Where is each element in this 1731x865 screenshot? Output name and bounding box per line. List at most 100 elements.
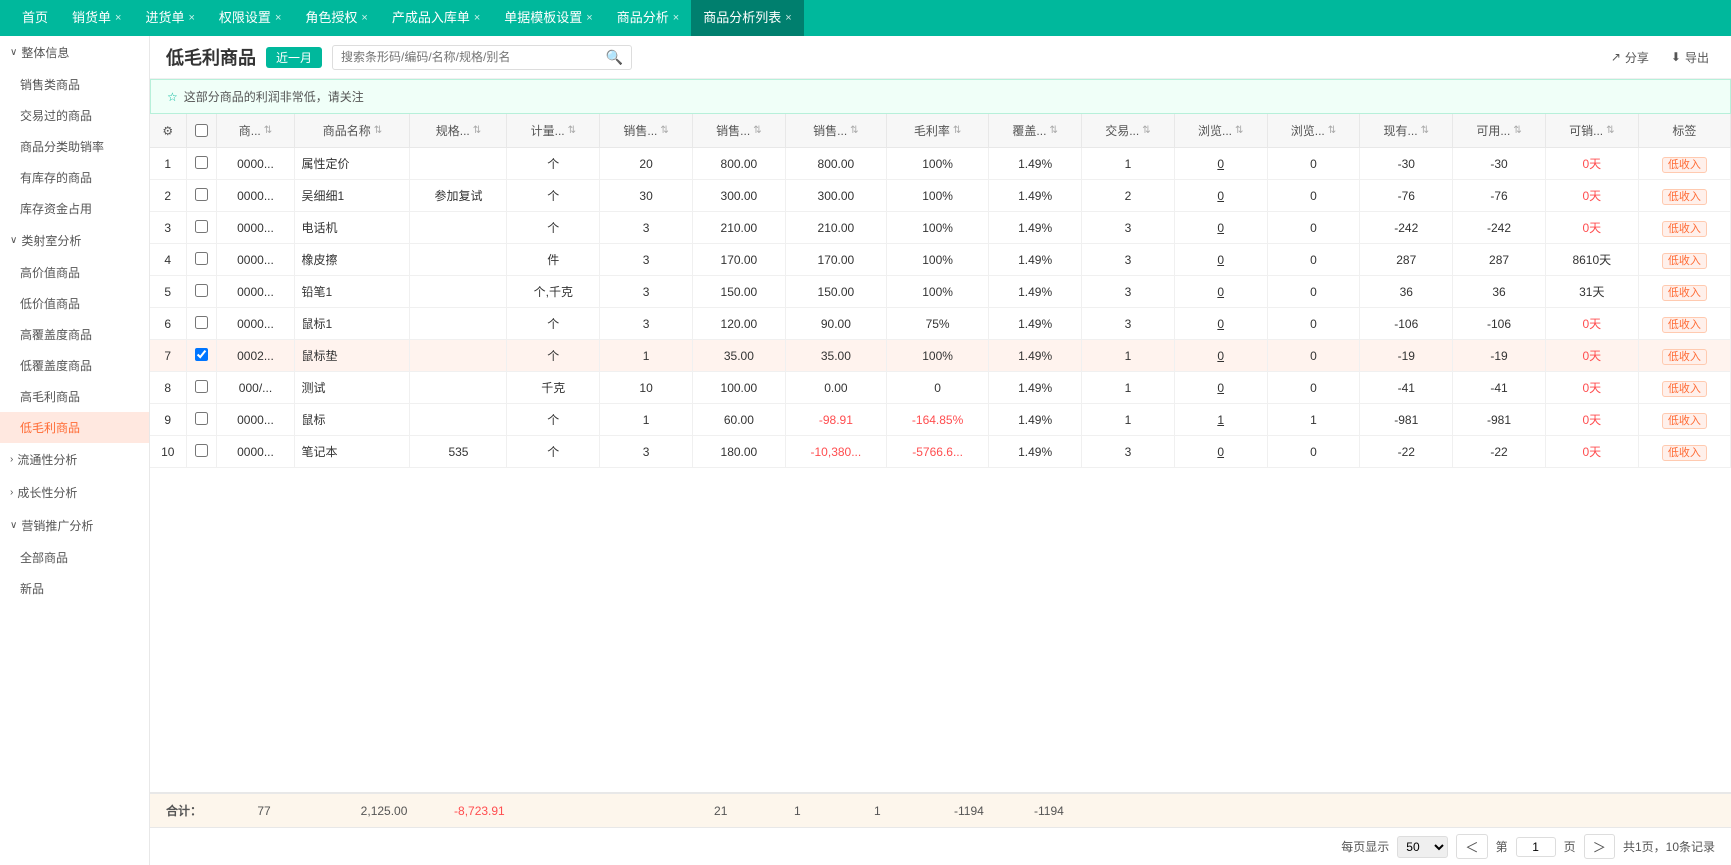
nav-role-auth[interactable]: 角色授权 × bbox=[293, 0, 379, 36]
col-browse2[interactable]: 浏览...⇅ bbox=[1267, 114, 1360, 148]
sidebar-item-high-value[interactable]: 高价值商品 bbox=[0, 257, 149, 288]
nav-close-icon[interactable]: × bbox=[115, 0, 121, 36]
sidebar-item-low-value[interactable]: 低价值商品 bbox=[0, 288, 149, 319]
nav-permission-settings[interactable]: 权限设置 × bbox=[207, 0, 293, 36]
row-trade: 1 bbox=[1082, 372, 1175, 404]
nav-sales-order[interactable]: 销货单 × bbox=[60, 0, 133, 36]
row-browse1[interactable]: 0 bbox=[1174, 244, 1267, 276]
row-name[interactable]: 测试 bbox=[295, 372, 410, 404]
row-checkbox[interactable] bbox=[195, 348, 208, 361]
row-checkbox[interactable] bbox=[195, 444, 208, 457]
row-current-stock: -106 bbox=[1360, 308, 1453, 340]
nav-close-icon[interactable]: × bbox=[586, 0, 592, 36]
row-name[interactable]: 鼠标 bbox=[295, 404, 410, 436]
sidebar-item-stock-capital[interactable]: 库存资金占用 bbox=[0, 193, 149, 224]
search-icon[interactable]: 🔍 bbox=[606, 49, 623, 66]
row-browse1[interactable]: 1 bbox=[1174, 404, 1267, 436]
row-checkbox[interactable] bbox=[195, 188, 208, 201]
sort-icon: ⇅ bbox=[1142, 125, 1150, 136]
row-browse1[interactable]: 0 bbox=[1174, 212, 1267, 244]
row-name[interactable]: 属性定价 bbox=[295, 148, 410, 180]
row-number: 5 bbox=[150, 276, 186, 308]
row-checkbox[interactable] bbox=[195, 284, 208, 297]
period-filter-tag[interactable]: 近一月 bbox=[266, 47, 322, 68]
sidebar-item-high-coverage[interactable]: 高覆盖度商品 bbox=[0, 319, 149, 350]
row-name[interactable]: 吴细细1 bbox=[295, 180, 410, 212]
row-browse1[interactable]: 0 bbox=[1174, 436, 1267, 468]
row-name[interactable]: 橡皮擦 bbox=[295, 244, 410, 276]
col-available[interactable]: 可用...⇅ bbox=[1453, 114, 1546, 148]
nav-close-icon[interactable]: × bbox=[673, 0, 679, 36]
sidebar-item-low-coverage[interactable]: 低覆盖度商品 bbox=[0, 350, 149, 381]
sidebar-section-marketing[interactable]: ∨ 营销推广分析 bbox=[0, 509, 149, 542]
export-button[interactable]: ⬇ 导出 bbox=[1665, 46, 1715, 69]
sidebar-section-circulation[interactable]: › 流通性分析 bbox=[0, 443, 149, 476]
col-unit[interactable]: 计量...⇅ bbox=[507, 114, 600, 148]
sidebar-section-quadrant[interactable]: ∨ 类射室分析 bbox=[0, 224, 149, 257]
sidebar-section-growth[interactable]: › 成长性分析 bbox=[0, 476, 149, 509]
row-browse1[interactable]: 0 bbox=[1174, 340, 1267, 372]
row-checkbox[interactable] bbox=[195, 380, 208, 393]
sidebar-item-all-products[interactable]: 全部商品 bbox=[0, 542, 149, 573]
nav-purchase-order[interactable]: 进货单 × bbox=[133, 0, 206, 36]
row-checkbox[interactable] bbox=[195, 252, 208, 265]
search-input[interactable] bbox=[341, 50, 606, 64]
row-checkbox[interactable] bbox=[195, 220, 208, 233]
col-sales-price[interactable]: 销售...⇅ bbox=[692, 114, 785, 148]
nav-close-icon[interactable]: × bbox=[361, 0, 367, 36]
col-name[interactable]: 商品名称⇅ bbox=[295, 114, 410, 148]
share-button[interactable]: ↗ 分享 bbox=[1605, 46, 1655, 69]
nav-close-icon[interactable]: × bbox=[275, 0, 281, 36]
col-spec[interactable]: 规格...⇅ bbox=[410, 114, 507, 148]
alert-banner: ☆ 这部分商品的利润非常低，请关注 bbox=[150, 79, 1731, 114]
col-browse1[interactable]: 浏览...⇅ bbox=[1174, 114, 1267, 148]
main-layout: ∨ 整体信息 销售类商品 交易过的商品 商品分类助销率 有库存的商品 库存资金占… bbox=[0, 36, 1731, 865]
sidebar-item-sales-products[interactable]: 销售类商品 bbox=[0, 69, 149, 100]
tag-badge: 低收入 bbox=[1662, 189, 1707, 205]
nav-close-icon[interactable]: × bbox=[188, 0, 194, 36]
col-sellable[interactable]: 可销...⇅ bbox=[1545, 114, 1638, 148]
col-current-stock[interactable]: 现有...⇅ bbox=[1360, 114, 1453, 148]
tag-badge: 低收入 bbox=[1662, 349, 1707, 365]
row-browse1[interactable]: 0 bbox=[1174, 308, 1267, 340]
col-sales-count[interactable]: 销售...⇅ bbox=[600, 114, 693, 148]
row-checkbox[interactable] bbox=[195, 412, 208, 425]
row-browse1[interactable]: 0 bbox=[1174, 180, 1267, 212]
nav-template-settings[interactable]: 单据模板设置 × bbox=[492, 0, 604, 36]
nav-close-icon[interactable]: × bbox=[785, 0, 791, 36]
row-name[interactable]: 电话机 bbox=[295, 212, 410, 244]
col-gross-rate[interactable]: 毛利率⇅ bbox=[886, 114, 988, 148]
nav-product-analysis[interactable]: 商品分析 × bbox=[605, 0, 691, 36]
nav-product-analysis-list[interactable]: 商品分析列表 × bbox=[691, 0, 803, 36]
sidebar-item-high-margin[interactable]: 高毛利商品 bbox=[0, 381, 149, 412]
col-trade[interactable]: 交易...⇅ bbox=[1082, 114, 1175, 148]
row-browse1[interactable]: 0 bbox=[1174, 148, 1267, 180]
sidebar-item-new-products[interactable]: 新品 bbox=[0, 573, 149, 604]
sidebar-item-stocked-products[interactable]: 有库存的商品 bbox=[0, 162, 149, 193]
sidebar-item-traded-products[interactable]: 交易过的商品 bbox=[0, 100, 149, 131]
row-name[interactable]: 鼠标1 bbox=[295, 308, 410, 340]
col-sales-amount[interactable]: 销售...⇅ bbox=[785, 114, 886, 148]
per-page-select[interactable]: 50 20 100 bbox=[1397, 836, 1448, 858]
row-available: -41 bbox=[1453, 372, 1546, 404]
row-name[interactable]: 笔记本 bbox=[295, 436, 410, 468]
row-checkbox[interactable] bbox=[195, 316, 208, 329]
row-name[interactable]: 铅笔1 bbox=[295, 276, 410, 308]
sidebar-item-low-margin[interactable]: 低毛利商品 bbox=[0, 412, 149, 443]
select-all-checkbox[interactable] bbox=[195, 124, 208, 137]
nav-product-inbound[interactable]: 产成品入库单 × bbox=[380, 0, 492, 36]
col-code[interactable]: 商...⇅ bbox=[216, 114, 295, 148]
row-browse1[interactable]: 0 bbox=[1174, 372, 1267, 404]
row-checkbox[interactable] bbox=[195, 156, 208, 169]
col-coverage[interactable]: 覆盖...⇅ bbox=[989, 114, 1082, 148]
col-settings[interactable]: ⚙ bbox=[150, 114, 186, 148]
row-browse1[interactable]: 0 bbox=[1174, 276, 1267, 308]
sidebar-section-overall[interactable]: ∨ 整体信息 bbox=[0, 36, 149, 69]
prev-page-button[interactable]: ＜ bbox=[1456, 834, 1487, 859]
next-page-button[interactable]: ＞ bbox=[1584, 834, 1615, 859]
sidebar-item-category-rate[interactable]: 商品分类助销率 bbox=[0, 131, 149, 162]
row-name[interactable]: 鼠标垫 bbox=[295, 340, 410, 372]
current-page-input[interactable] bbox=[1516, 837, 1556, 857]
nav-close-icon[interactable]: × bbox=[474, 0, 480, 36]
nav-home[interactable]: 首页 bbox=[10, 0, 60, 36]
